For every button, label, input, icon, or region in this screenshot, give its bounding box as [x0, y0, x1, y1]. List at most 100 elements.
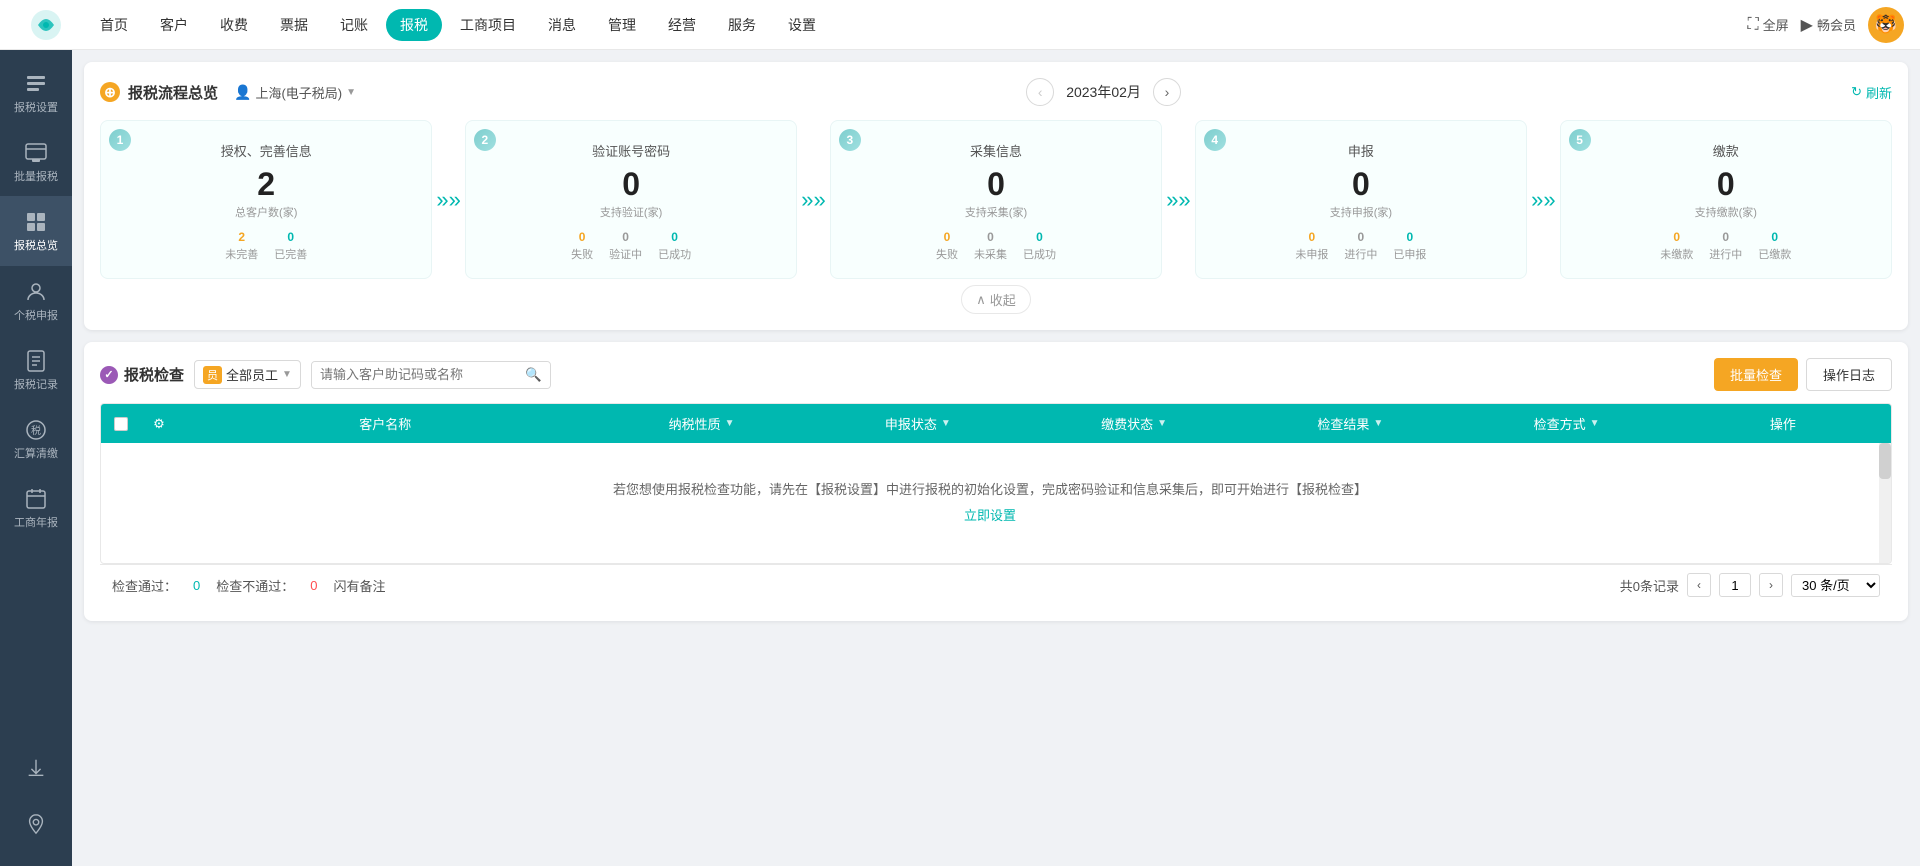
stat-paying: 0 进行中 — [1709, 230, 1742, 262]
tax-check-card: ✓ 报税检查 员 全部员工 ▼ 🔍 批量检查 操作日志 — [84, 342, 1908, 621]
nav-invoice[interactable]: 票据 — [266, 9, 322, 41]
th-pay-status[interactable]: 缴费状态 ▼ — [1026, 404, 1242, 443]
batch-check-button[interactable]: 批量检查 — [1714, 358, 1798, 391]
first-page-button[interactable]: ‹ — [1687, 573, 1711, 597]
month-navigation: ‹ 2023年02月 › — [1026, 78, 1181, 106]
select-all-checkbox[interactable] — [114, 417, 128, 431]
sidebar-item-batch-tax[interactable]: 批量报税 — [0, 127, 72, 196]
tax-settings-icon — [22, 70, 50, 98]
filter-icon-2: ▼ — [941, 418, 951, 429]
th-checkbox[interactable] — [101, 404, 141, 443]
pass-count[interactable]: 0 — [193, 578, 200, 593]
search-button[interactable]: 🔍 — [517, 362, 550, 388]
step-5-stats: 0 未缴款 0 进行中 0 已缴款 — [1660, 230, 1791, 262]
employee-badge: 员 — [203, 366, 222, 384]
collapse-button[interactable]: ∧ 收起 — [961, 285, 1031, 314]
table-header: ⚙ 客户名称 纳税性质 ▼ 申报状态 ▼ 缴费状态 ▼ — [101, 404, 1891, 443]
sidebar-label-individual-tax: 个税申报 — [14, 310, 58, 323]
th-tax-nature[interactable]: 纳税性质 ▼ — [594, 404, 810, 443]
th-declare-status[interactable]: 申报状态 ▼ — [810, 404, 1026, 443]
stat-not-declared: 0 未申报 — [1295, 230, 1328, 262]
sidebar-item-tax-overview[interactable]: 报税总览 — [0, 196, 72, 265]
fail-count[interactable]: 0 — [310, 578, 317, 593]
sidebar-item-download[interactable] — [0, 742, 72, 794]
tax-check-header: ✓ 报税检查 员 全部员工 ▼ 🔍 批量检查 操作日志 — [100, 358, 1892, 391]
th-settings[interactable]: ⚙ — [141, 404, 177, 443]
settlement-icon: 税 — [22, 416, 50, 444]
member-icon: ▶ — [1801, 15, 1813, 35]
nav-manage[interactable]: 管理 — [594, 9, 650, 41]
svg-text:税: 税 — [31, 424, 41, 437]
th-check-result[interactable]: 检查结果 ▼ — [1242, 404, 1458, 443]
search-input[interactable] — [312, 362, 517, 387]
step-5-subtitle: 支持缴款(家) — [1695, 204, 1757, 220]
next-month-button[interactable]: › — [1153, 78, 1181, 106]
fullscreen-button[interactable]: ⛶ 全屏 — [1747, 15, 1788, 34]
refresh-icon: ↻ — [1851, 84, 1862, 100]
prev-month-button[interactable]: ‹ — [1026, 78, 1054, 106]
stat-fail: 0 失败 — [571, 230, 593, 262]
page-input[interactable] — [1719, 573, 1751, 597]
step-2-card: 2 验证账号密码 0 支持验证(家) 0 失败 0 验证中 — [465, 120, 797, 279]
sidebar: 报税设置 批量报税 报税总览 — [0, 50, 72, 866]
nav-accounting[interactable]: 记账 — [326, 9, 382, 41]
nav-home[interactable]: 首页 — [86, 9, 142, 41]
step-1-title: 授权、完善信息 — [221, 141, 312, 160]
stat-paid: 0 已缴款 — [1758, 230, 1791, 262]
sidebar-item-annual-report[interactable]: 工商年报 — [0, 473, 72, 542]
download-icon — [22, 754, 50, 782]
fullscreen-icon: ⛶ — [1747, 16, 1758, 34]
overview-header: ⊕ 报税流程总览 👤 上海(电子税局) ▼ ‹ 2023年02月 › ↻ — [100, 78, 1892, 106]
scrollbar-thumb[interactable] — [1879, 443, 1891, 479]
setup-link[interactable]: 立即设置 — [964, 503, 1016, 529]
sidebar-item-location[interactable] — [0, 798, 72, 850]
overview-card: ⊕ 报税流程总览 👤 上海(电子税局) ▼ ‹ 2023年02月 › ↻ — [84, 62, 1908, 330]
member-button[interactable]: ▶ 畅会员 — [1801, 15, 1856, 35]
avatar[interactable]: 🐯 — [1868, 7, 1904, 43]
dropdown-arrow-icon: ▼ — [282, 369, 292, 380]
step-4-card: 4 申报 0 支持申报(家) 0 未申报 0 进行中 — [1195, 120, 1527, 279]
scrollbar[interactable] — [1879, 443, 1891, 563]
main-content: ⊕ 报税流程总览 👤 上海(电子税局) ▼ ‹ 2023年02月 › ↻ — [72, 50, 1920, 866]
location-icon — [22, 810, 50, 838]
sidebar-item-tax-settings[interactable]: 报税设置 — [0, 58, 72, 127]
employee-select[interactable]: 员 全部员工 ▼ — [194, 360, 301, 389]
nav-operation[interactable]: 经营 — [654, 9, 710, 41]
chevron-down-icon: ▼ — [346, 87, 356, 98]
per-page-select[interactable]: 30 条/页 50 条/页 100 条/页 — [1791, 574, 1880, 597]
section-title: ✓ 报税检查 — [100, 364, 184, 385]
location-badge[interactable]: 👤 上海(电子税局) ▼ — [234, 83, 356, 102]
th-check-method[interactable]: 检查方式 ▼ — [1459, 404, 1675, 443]
nav-message[interactable]: 消息 — [534, 9, 590, 41]
pass-label: 检查通过： — [112, 576, 177, 595]
step-1-count: 2 — [257, 168, 275, 200]
step-5-title: 缴款 — [1713, 141, 1739, 160]
chevron-up-icon: ∧ — [976, 292, 986, 308]
main-layout: 报税设置 批量报税 报税总览 — [0, 50, 1920, 866]
sidebar-item-tax-record[interactable]: 报税记录 — [0, 335, 72, 404]
nav-tax[interactable]: 报税 — [386, 9, 442, 41]
stat-not-paid: 0 未缴款 — [1660, 230, 1693, 262]
search-box: 🔍 — [311, 361, 551, 389]
overview-title: ⊕ 报税流程总览 — [100, 82, 218, 103]
step-5-count: 0 — [1717, 168, 1735, 200]
arrow-3: »» — [1162, 120, 1194, 279]
refresh-button[interactable]: ↻ 刷新 — [1851, 83, 1892, 102]
sidebar-item-settlement[interactable]: 税 汇算清缴 — [0, 404, 72, 473]
sidebar-item-individual-tax[interactable]: 个税申报 — [0, 266, 72, 335]
nav-service[interactable]: 服务 — [714, 9, 770, 41]
nav-client[interactable]: 客户 — [146, 9, 202, 41]
location-person-icon: 👤 — [234, 84, 251, 101]
step-3-subtitle: 支持采集(家) — [965, 204, 1027, 220]
step-3-number: 3 — [839, 129, 861, 151]
nav-fee[interactable]: 收费 — [206, 9, 262, 41]
next-page-button[interactable]: › — [1759, 573, 1783, 597]
step-4-subtitle: 支持申报(家) — [1330, 204, 1392, 220]
step-4-title: 申报 — [1348, 141, 1374, 160]
nav-business[interactable]: 工商项目 — [446, 9, 530, 41]
search-icon: 🔍 — [525, 367, 542, 382]
operation-log-button[interactable]: 操作日志 — [1806, 358, 1892, 391]
arrow-1: »» — [432, 120, 464, 279]
nav-settings[interactable]: 设置 — [774, 9, 830, 41]
step-4-stats: 0 未申报 0 进行中 0 已申报 — [1295, 230, 1426, 262]
